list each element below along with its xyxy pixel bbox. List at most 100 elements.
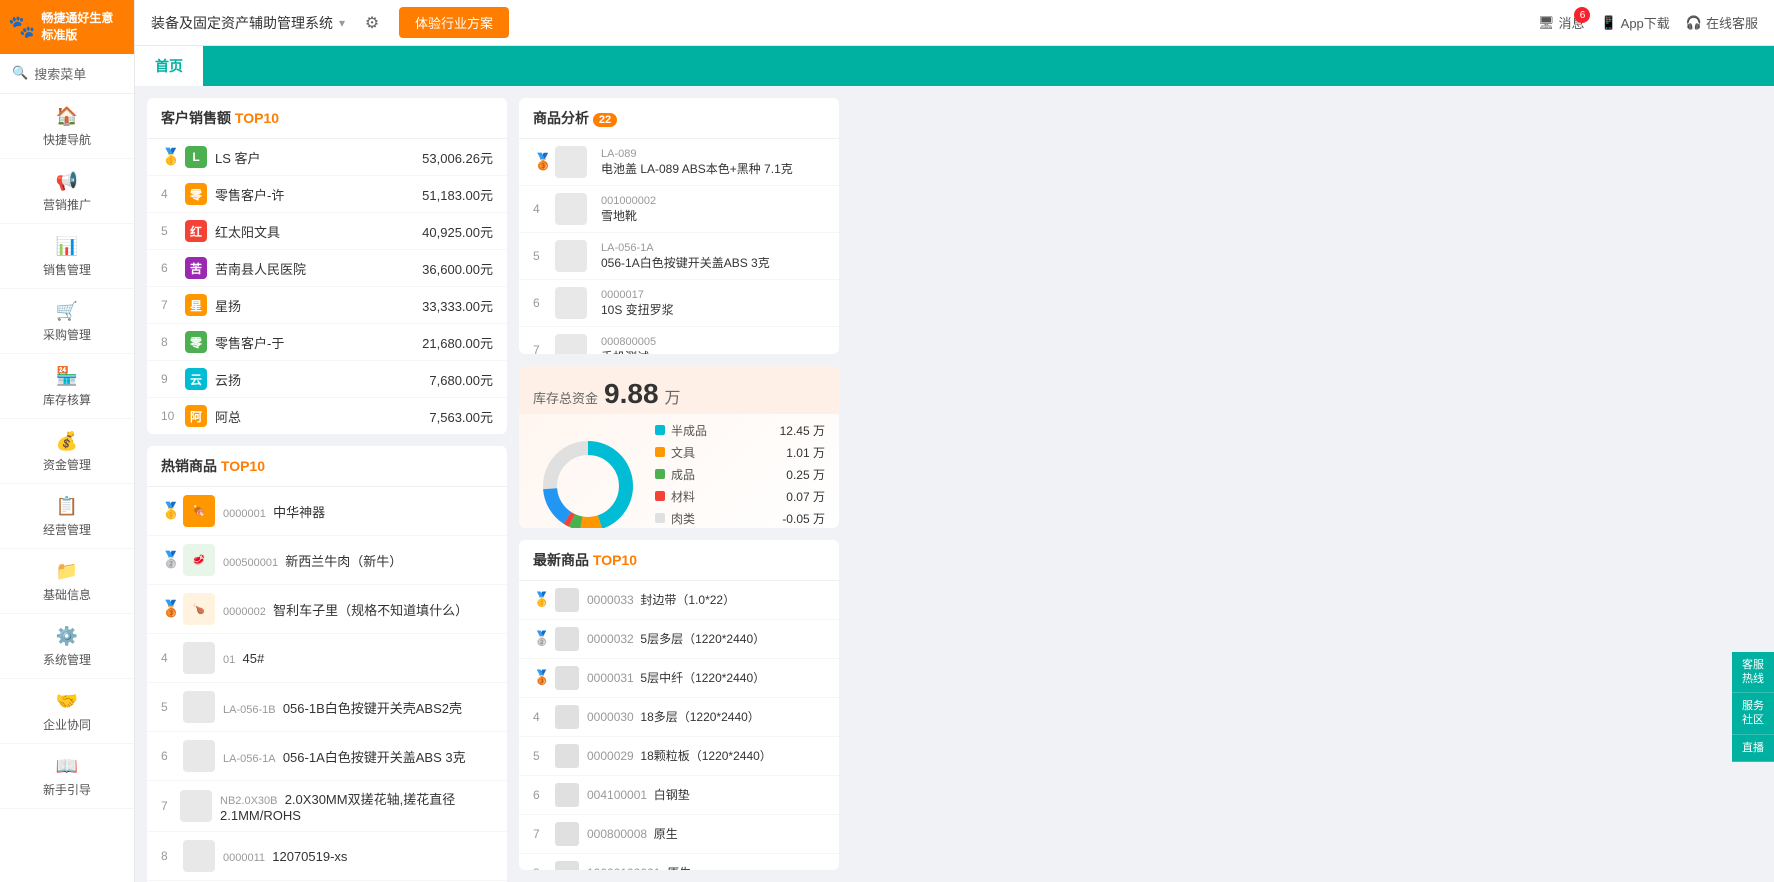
marketing-icon: 📢 [56, 171, 78, 192]
product-analysis-panel: 商品分析 22 🥉 LA-089 电池盖 LA-089 ABS本色+黑种 7.1… [519, 98, 839, 354]
product-image [555, 783, 579, 807]
sidebar-item-label: 系统管理 [43, 651, 91, 668]
rank-num: 6 [161, 261, 185, 275]
rank-num: 8 [533, 866, 555, 870]
sidebar-item-marketing[interactable]: 📢 营销推广 [0, 159, 134, 224]
tab-home[interactable]: 首页 [135, 46, 203, 86]
sidebar-logo: 🐾 畅捷通好生意 标准版 [0, 0, 134, 54]
customer-badge: 苦 [185, 257, 207, 279]
product-info: 0000001 中华神器 [223, 502, 325, 521]
service-community-button[interactable]: 服务社区 [1732, 693, 1774, 735]
rank-num: 5 [161, 224, 185, 238]
customer-amount: 51,183.00元 [422, 185, 493, 204]
sidebar-item-quicknav[interactable]: 🏠 快捷导航 [0, 94, 134, 159]
silver-medal-icon: 🥈 [161, 550, 183, 570]
sidebar-item-inventory[interactable]: 🏪 库存核算 [0, 354, 134, 419]
sidebar-item-collab[interactable]: 🤝 企业协同 [0, 679, 134, 744]
product-code: LA-056-1A [601, 242, 825, 254]
list-item: 5 0000029 18颗粒板（1220*2440） [519, 737, 839, 776]
list-item: 8 0000011 12070519-xs [147, 832, 507, 881]
legend-item-meat: 肉类 -0.05 万 [655, 510, 825, 527]
system-icon: ⚙️ [56, 626, 78, 647]
product-image [555, 822, 579, 846]
product-analysis-list: 🥉 LA-089 电池盖 LA-089 ABS本色+黑种 7.1克 4 [519, 139, 839, 354]
sidebar-item-guide[interactable]: 📖 新手引导 [0, 744, 134, 809]
bronze-medal-icon: 🥉 [533, 152, 555, 172]
hot-products-header: 热销商品 TOP10 [147, 446, 507, 487]
table-row: 4 零 零售客户-许 51,183.00元 [147, 176, 507, 213]
table-row: 🥉 LA-089 电池盖 LA-089 ABS本色+黑种 7.1克 [519, 139, 839, 186]
customer-service-button[interactable]: 客服热线 [1732, 652, 1774, 694]
sales-ranking-list: 🥇 L LS 客户 53,006.26元 4 零 零售客户-许 51,183.0… [147, 139, 507, 434]
table-row: 5 红 红太阳文具 40,925.00元 [147, 213, 507, 250]
sidebar-item-purchase[interactable]: 🛒 采购管理 [0, 289, 134, 354]
product-code: 000800005 [601, 336, 825, 348]
home-icon: 🏠 [56, 106, 78, 127]
sidebar-item-system[interactable]: ⚙️ 系统管理 [0, 614, 134, 679]
rank-num: 7 [161, 298, 185, 312]
rank-num: 6 [161, 749, 183, 763]
customer-amount: 7,680.00元 [429, 370, 493, 389]
sidebar-item-basics[interactable]: 📁 基础信息 [0, 549, 134, 614]
product-analysis-title: 商品分析 22 [533, 108, 617, 128]
app-download-button[interactable]: 📱 App下载 [1600, 13, 1669, 32]
product-code: 001000002 [601, 195, 825, 207]
list-item: 🥇 🍖 0000001 中华神器 [147, 487, 507, 536]
main-area: 装备及固定资产辅助管理系统 ▾ ⚙ 体验行业方案 🖥 消息 6 📱 App下载 … [135, 0, 1774, 882]
product-image: 🍗 [183, 593, 215, 625]
float-buttons: 客服热线 服务社区 直播 [1732, 652, 1774, 762]
product-info: 0000011 12070519-xs [223, 849, 347, 864]
gold-medal-icon: 🥇 [161, 501, 183, 521]
messages-button[interactable]: 🖥 消息 6 [1538, 13, 1585, 32]
sidebar-search[interactable]: 🔍 搜索菜单 [0, 54, 134, 94]
list-item: 🥇 0000033 封边带（1.0*22） [519, 581, 839, 620]
product-info: 01 45# [223, 651, 264, 666]
content-area: 客户销售额 TOP10 🥇 L LS 客户 53,006.26元 4 [135, 86, 1774, 882]
sales-ranking-panel: 客户销售额 TOP10 🥇 L LS 客户 53,006.26元 4 [147, 98, 507, 434]
rank-num: 4 [533, 202, 555, 216]
message-icon: 🖥 [1538, 15, 1555, 31]
list-item: 8 10000100001 原生 [519, 854, 839, 870]
product-image [555, 287, 587, 319]
donut-chart-area: 半成品 12.45 万 文具 1.01 万 成品 0 [519, 414, 839, 528]
latest-products-header: 最新商品 TOP10 [519, 540, 839, 581]
latest-products-list: 🥇 0000033 封边带（1.0*22） 🥈 0000032 [519, 581, 839, 870]
product-info: NB2.0X30B 2.0X30MM双搓花轴,搓花直径2.1MM/ROHS [220, 789, 493, 823]
product-code: LA-089 [601, 148, 825, 160]
table-row: 7 000800005 手机测试 [519, 327, 839, 354]
list-item: 7 NB2.0X30B 2.0X30MM双搓花轴,搓花直径2.1MM/ROHS [147, 781, 507, 832]
product-info: 0000002 智利车子里（规格不知道填什么） [223, 600, 468, 619]
sidebar-item-label: 快捷导航 [43, 131, 91, 148]
customer-badge: 星 [185, 294, 207, 316]
rank-num: 4 [161, 187, 185, 201]
product-info: LA-056-1B 056-1B白色按键开关壳ABS2壳 [223, 698, 462, 717]
gold-medal-icon: 🥇 [533, 591, 555, 608]
basics-icon: 📁 [56, 561, 78, 582]
sidebar-item-operations[interactable]: 📋 经营管理 [0, 484, 134, 549]
online-service-button[interactable]: 🎧 在线客服 [1686, 13, 1758, 32]
table-row: 4 001000002 雪地靴 [519, 186, 839, 233]
product-image [183, 642, 215, 674]
product-name: 手机测试 [601, 348, 825, 354]
rank-num: 5 [533, 749, 555, 763]
product-analysis-header: 商品分析 22 [519, 98, 839, 139]
customer-badge: 阿 [185, 405, 207, 427]
rank-num: 7 [533, 827, 555, 841]
experience-button[interactable]: 体验行业方案 [399, 7, 509, 38]
rank-num: 4 [161, 651, 183, 665]
collab-icon: 🤝 [56, 691, 78, 712]
bronze-medal-icon: 🥉 [161, 599, 183, 619]
inventory-legend: 半成品 12.45 万 文具 1.01 万 成品 0 [655, 422, 825, 528]
phone-icon: 📱 [1600, 15, 1616, 31]
sidebar-item-sales[interactable]: 📊 销售管理 [0, 224, 134, 289]
settings-icon[interactable]: ⚙ [357, 8, 387, 38]
rank-num: 8 [161, 335, 185, 349]
customer-badge: 零 [185, 331, 207, 353]
customer-amount: 7,563.00元 [429, 407, 493, 426]
product-info: 000800008 原生 [587, 825, 825, 842]
list-item: 6 004100001 白钢垫 [519, 776, 839, 815]
sidebar-item-finance[interactable]: 💰 资金管理 [0, 419, 134, 484]
purchase-icon: 🛒 [56, 301, 78, 322]
hot-products-panel: 热销商品 TOP10 🥇 🍖 0000001 中华神器 [147, 446, 507, 882]
live-stream-button[interactable]: 直播 [1732, 735, 1774, 762]
